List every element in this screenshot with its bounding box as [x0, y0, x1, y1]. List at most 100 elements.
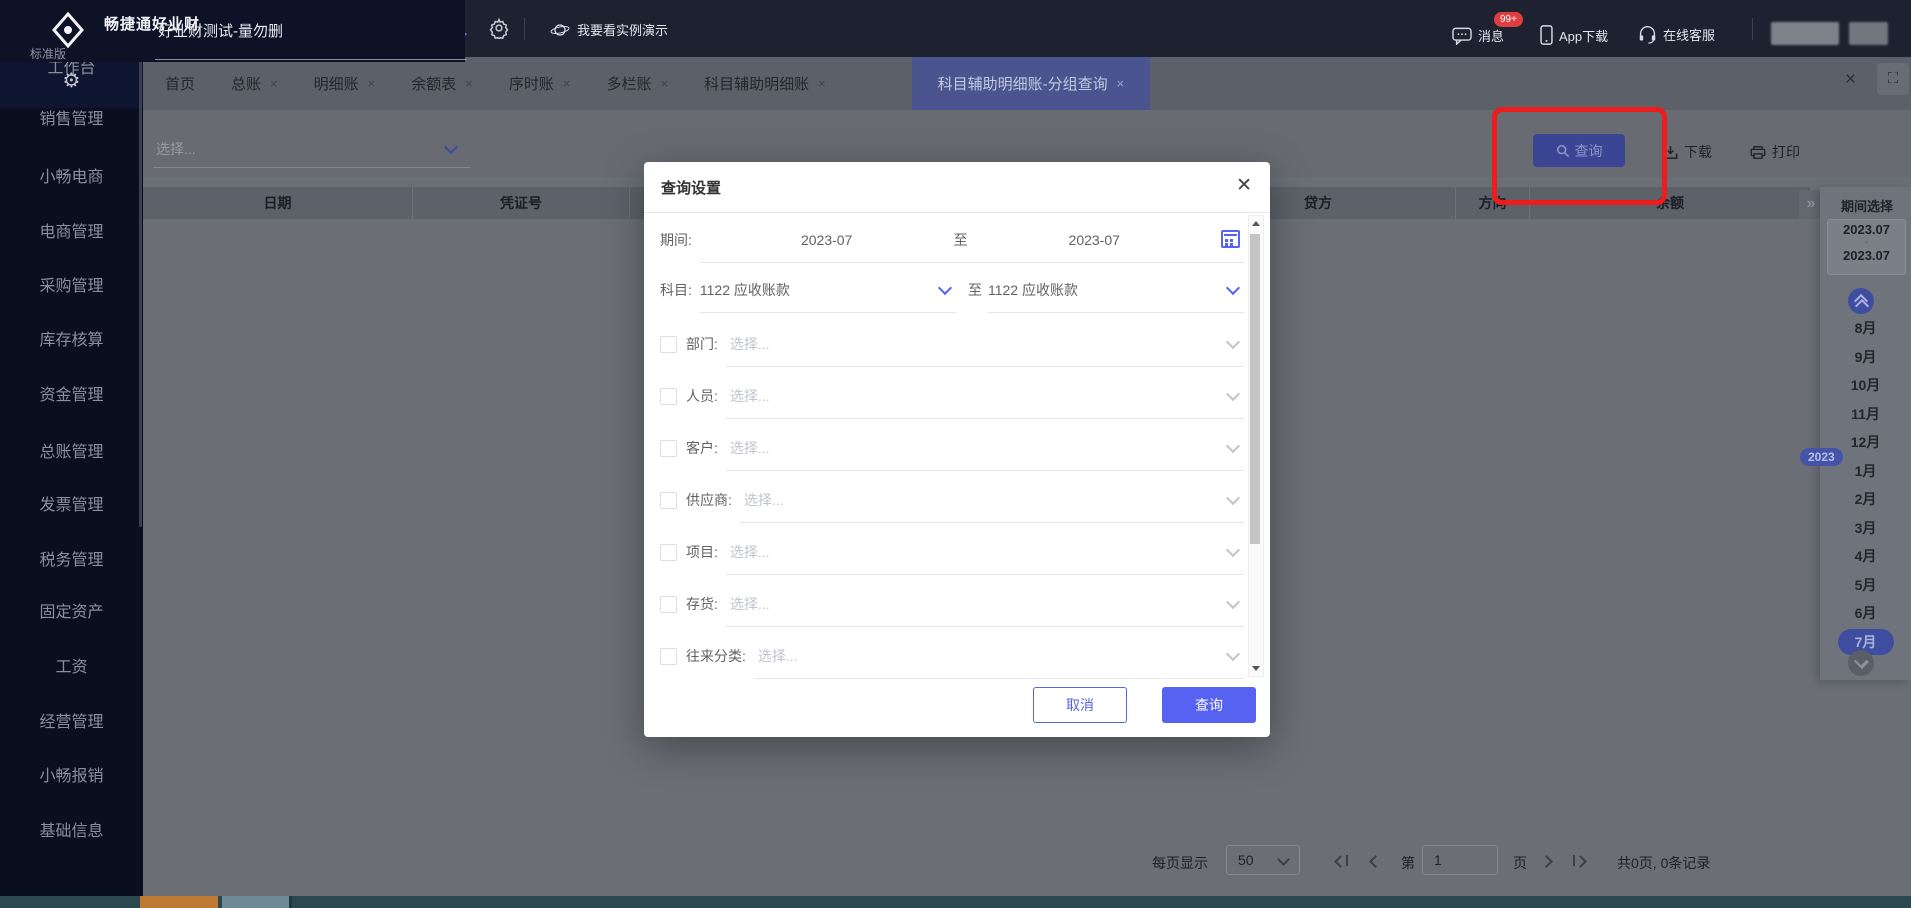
sidebar-item-tax[interactable]: 税务管理: [0, 546, 143, 570]
month-item[interactable]: 4月: [1820, 542, 1911, 571]
demo-link[interactable]: 我要看实例演示: [550, 20, 668, 39]
tab-close-icon[interactable]: ×: [660, 76, 668, 91]
sidebar-item-basic-info[interactable]: 基础信息: [0, 817, 143, 841]
sidebar-item-fixed-assets[interactable]: 固定资产: [0, 598, 143, 622]
contact-category-select[interactable]: 选择...: [753, 634, 1244, 679]
supplier-checkbox[interactable]: [660, 491, 677, 509]
per-page-select[interactable]: 50: [1226, 845, 1300, 875]
col-date[interactable]: 日期: [143, 187, 413, 219]
fullscreen-icon[interactable]: ⛶: [1877, 63, 1909, 95]
subject-to-select[interactable]: 1122 应收账款: [987, 268, 1245, 313]
messages-button[interactable]: 消息: [1452, 26, 1504, 45]
tab-close-icon[interactable]: ×: [368, 76, 376, 91]
tab-close-icon[interactable]: ×: [270, 76, 278, 91]
scroll-months-down-button[interactable]: [1848, 650, 1874, 676]
tab-general-ledger[interactable]: 总账 ×: [231, 57, 278, 110]
sidebar-item-xc-ecommerce[interactable]: 小畅电商: [0, 163, 143, 187]
filter-row-supplier: 供应商: 选择...: [644, 474, 1244, 526]
app-download-button[interactable]: App下载: [1540, 25, 1608, 45]
tab-multi-column[interactable]: 多栏账 ×: [606, 57, 668, 110]
period-to-value[interactable]: 2023-07: [967, 232, 1221, 248]
tab-journal[interactable]: 序时账 ×: [509, 57, 571, 110]
subject-from-select[interactable]: 1122 应收账款: [699, 268, 956, 313]
sidebar-item-invoice[interactable]: 发票管理: [0, 491, 143, 515]
tab-close-icon[interactable]: ×: [818, 76, 826, 91]
chevron-down-icon: [1225, 334, 1241, 349]
scrollbar-thumb[interactable]: [1250, 234, 1260, 544]
sidebar-item-payroll[interactable]: 工资: [0, 653, 143, 677]
confirm-query-button[interactable]: 查询: [1162, 687, 1256, 723]
personnel-select[interactable]: 选择...: [725, 374, 1244, 419]
department-checkbox[interactable]: [660, 335, 677, 353]
first-page-button[interactable]: [1334, 853, 1348, 871]
dialog-close-icon[interactable]: ✕: [1236, 174, 1252, 197]
tab-home[interactable]: 首页: [165, 57, 195, 110]
tab-aux-detail-group-active[interactable]: 科目辅助明细账-分组查询 ×: [911, 57, 1151, 110]
calendar-icon[interactable]: [1221, 229, 1241, 248]
tab-aux-detail[interactable]: 科目辅助明细账 ×: [704, 57, 826, 110]
month-item[interactable]: 8月: [1820, 314, 1911, 343]
print-label: 打印: [1772, 144, 1800, 160]
month-item[interactable]: 10月: [1820, 371, 1911, 400]
month-item[interactable]: 11月: [1820, 400, 1911, 429]
contact-category-label: 往来分类:: [686, 648, 746, 664]
sidebar-item-sales[interactable]: 销售管理: [0, 105, 143, 129]
sidebar-item-ecommerce[interactable]: 电商管理: [0, 218, 143, 242]
month-item[interactable]: 3月: [1820, 514, 1911, 543]
account-selector[interactable]: 好业财测试-量勿删: [158, 20, 283, 41]
month-item[interactable]: 6月: [1820, 599, 1911, 628]
tab-close-icon[interactable]: ×: [465, 76, 473, 91]
contact-category-checkbox[interactable]: [660, 647, 677, 665]
sidebar-item-inventory[interactable]: 库存核算: [0, 326, 143, 350]
chevron-down-icon: [937, 280, 953, 295]
sidebar-item-partial[interactable]: 工作台: [0, 62, 143, 75]
scroll-down-icon[interactable]: [1252, 666, 1260, 671]
month-item[interactable]: 2月: [1820, 485, 1911, 514]
inventory-select[interactable]: 选择...: [725, 582, 1244, 627]
project-checkbox[interactable]: [660, 543, 677, 561]
sidebar-item-ledger[interactable]: 总账管理: [0, 438, 143, 462]
placeholder: 选择...: [743, 491, 784, 508]
period-range-box[interactable]: 2023.07 - 2023.07: [1827, 219, 1906, 275]
sidebar-item-funds[interactable]: 资金管理: [0, 381, 143, 405]
user-avatar-redacted[interactable]: [1849, 22, 1888, 45]
tab-close-icon[interactable]: ×: [1117, 76, 1125, 91]
customer-select[interactable]: 选择...: [725, 426, 1244, 471]
prev-page-button[interactable]: [1369, 853, 1382, 871]
month-item[interactable]: 5月: [1820, 571, 1911, 600]
scroll-up-icon[interactable]: [1252, 221, 1260, 226]
filter-select[interactable]: 选择...: [153, 133, 470, 168]
last-page-button[interactable]: [1573, 853, 1587, 871]
download-button[interactable]: 下载: [1663, 142, 1712, 162]
month-item[interactable]: 9月: [1820, 343, 1911, 372]
dialog-title: 查询设置: [661, 180, 722, 197]
tab-detail-ledger[interactable]: 明细账 ×: [314, 57, 376, 110]
period-field[interactable]: 2023-07 至 2023-07: [699, 218, 1244, 263]
support-button[interactable]: 在线客服: [1638, 25, 1715, 44]
subject-from-value: 1122 应收账款: [699, 281, 790, 298]
cancel-button[interactable]: 取消: [1033, 687, 1127, 723]
scroll-months-up-button[interactable]: [1848, 288, 1874, 314]
personnel-checkbox[interactable]: [660, 387, 677, 405]
tab-balance-sheet[interactable]: 余额表 ×: [411, 57, 473, 110]
sidebar-scrollbar[interactable]: [139, 57, 142, 527]
next-page-button[interactable]: [1540, 853, 1553, 871]
customer-checkbox[interactable]: [660, 439, 677, 457]
settings-gear-icon[interactable]: [488, 17, 510, 44]
project-select[interactable]: 选择...: [725, 530, 1244, 575]
period-from-value[interactable]: 2023-07: [700, 232, 954, 248]
print-button[interactable]: 打印: [1750, 142, 1800, 162]
user-name-redacted[interactable]: [1771, 22, 1839, 45]
tab-close-icon[interactable]: ×: [563, 76, 571, 91]
supplier-select[interactable]: 选择...: [739, 478, 1244, 523]
sidebar-item-operations[interactable]: 经营管理: [0, 708, 143, 732]
sidebar-item-purchase[interactable]: 采购管理: [0, 272, 143, 296]
close-all-tabs-icon[interactable]: ×: [1845, 69, 1856, 91]
col-voucher[interactable]: 凭证号: [413, 187, 630, 219]
department-select[interactable]: 选择...: [725, 322, 1244, 367]
query-settings-dialog: 查询设置 ✕ 期间: 2023-07 至 2023-07 科目: 1122 应收…: [644, 162, 1270, 737]
sidebar-item-xc-expense[interactable]: 小畅报销: [0, 762, 143, 786]
inventory-checkbox[interactable]: [660, 595, 677, 613]
dialog-scrollbar[interactable]: [1248, 215, 1264, 677]
page-input[interactable]: 1: [1422, 845, 1498, 875]
